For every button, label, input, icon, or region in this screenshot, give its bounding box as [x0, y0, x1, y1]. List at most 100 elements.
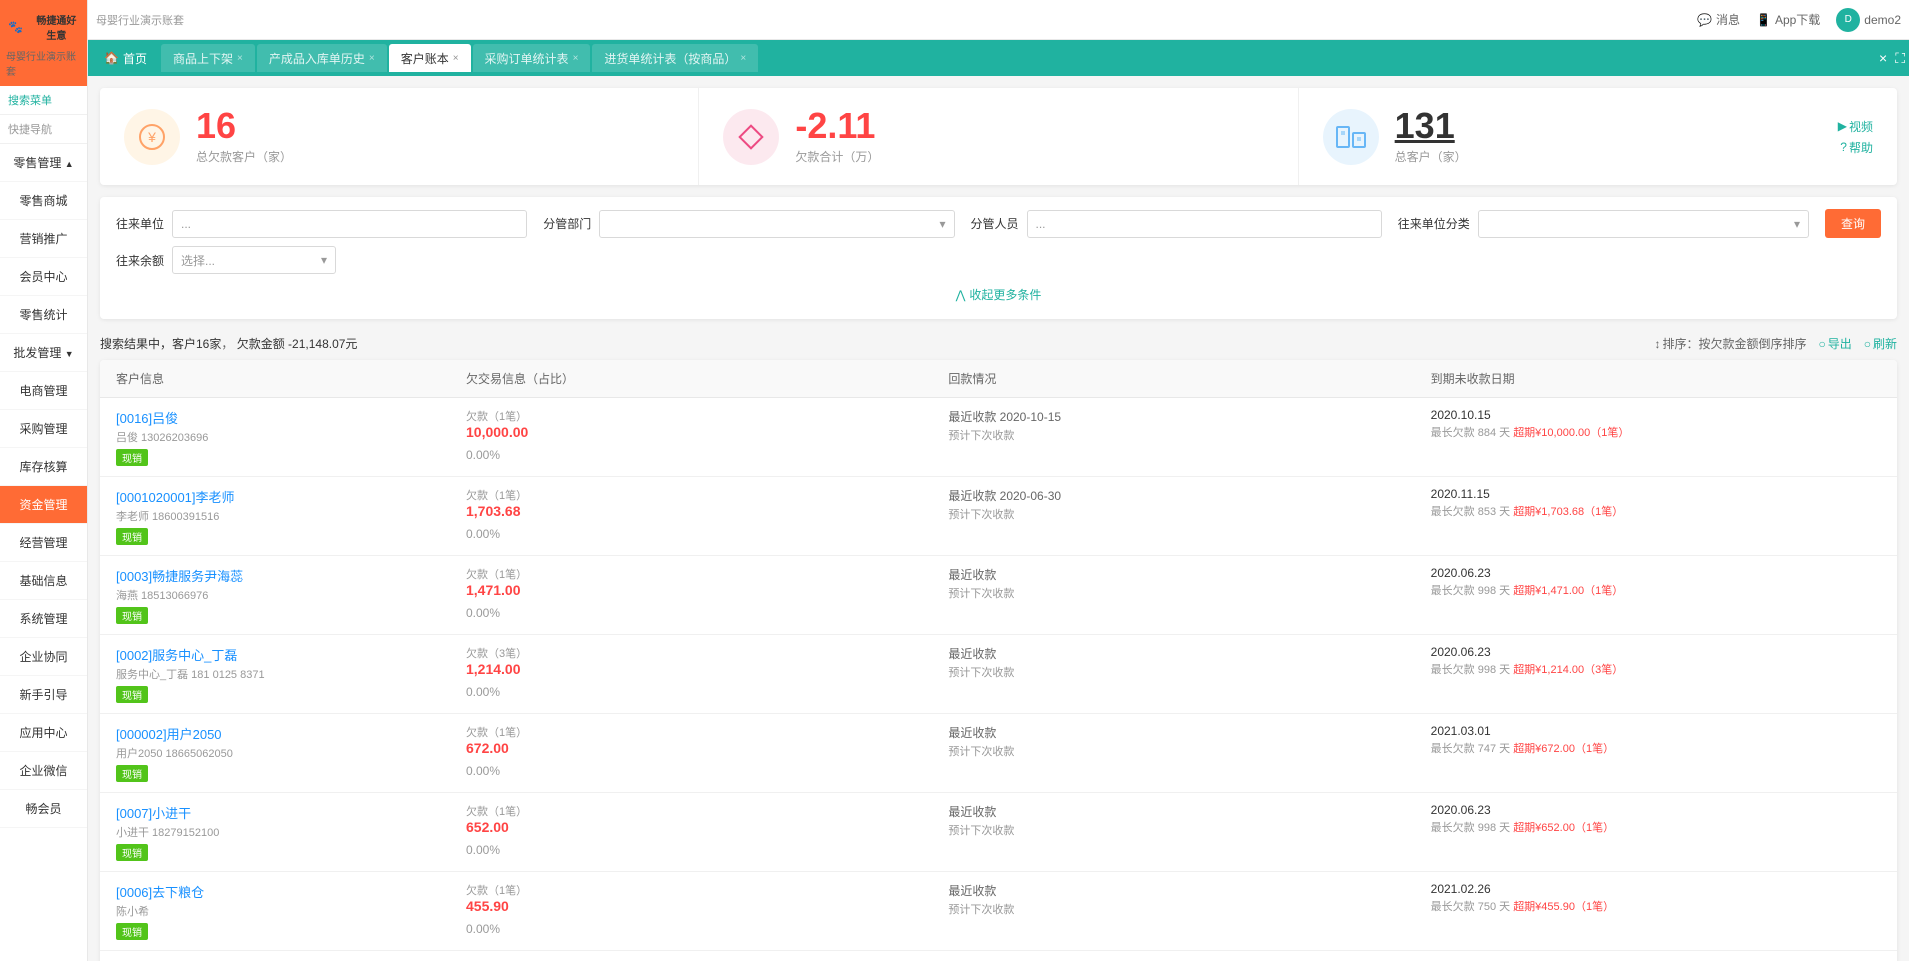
- collapse-button[interactable]: ⋀ 收起更多条件: [116, 282, 1881, 307]
- customer-sub-1: 吕俊 13026203696: [116, 429, 434, 445]
- debt-customers-number: 16: [196, 108, 292, 144]
- td-due-1: 2020.10.15 最长欠款 884 天 超期¥10,000.00（1笔）: [1415, 398, 1897, 476]
- filter-input-unit-class[interactable]: ▾: [1478, 210, 1809, 238]
- table-row: [0003]畅捷服务尹海蕊 海燕 18513066976 现销 欠款（1笔） 1…: [100, 556, 1897, 635]
- customer-name-7[interactable]: [0006]去下粮仓: [116, 882, 434, 901]
- filter-input-person[interactable]: ...: [1027, 210, 1382, 238]
- overdue-link-7[interactable]: 超期¥455.90（1笔）: [1513, 901, 1614, 913]
- sidebar-item-finance[interactable]: 资金管理: [0, 486, 87, 524]
- sidebar-item-marketing[interactable]: 营销推广: [0, 220, 87, 258]
- sidebar-item-retail-mgmt[interactable]: 零售管理 ▲: [0, 144, 87, 182]
- tab-home[interactable]: 🏠 首页: [92, 44, 159, 72]
- sidebar-item-retail-stats[interactable]: 零售统计: [0, 296, 87, 334]
- customer-name-5[interactable]: [000002]用户2050: [116, 724, 434, 743]
- app-download-label: App下载: [1775, 11, 1820, 28]
- tab-close-product-history[interactable]: ×: [369, 53, 375, 64]
- tab-product-history[interactable]: 产成品入库单历史 ×: [257, 44, 387, 72]
- sidebar-item-new-guide[interactable]: 新手引导: [0, 676, 87, 714]
- main-area: 母婴行业演示账套 💬 消息 📱 App下载 D demo2 🏠: [88, 0, 1909, 961]
- tab-purchase-order[interactable]: 采购订单统计表 ×: [473, 44, 591, 72]
- customer-name-3[interactable]: [0003]畅捷服务尹海蕊: [116, 566, 434, 585]
- filter-item-unit-class: 往来单位分类 ▾: [1398, 210, 1809, 238]
- customer-sub-3: 海燕 18513066976: [116, 587, 434, 603]
- debt-amount-6[interactable]: 652.00: [466, 819, 916, 835]
- app-download-btn[interactable]: 📱 App下载: [1756, 11, 1820, 28]
- tab-close-customer-account[interactable]: ×: [453, 53, 459, 64]
- export-label: 导出: [1828, 335, 1852, 352]
- filter-label-unit-class: 往来单位分类: [1398, 215, 1470, 232]
- help-label: 帮助: [1849, 139, 1873, 156]
- sidebar-item-enterprise[interactable]: 企业协同: [0, 638, 87, 676]
- customer-sub-2: 李老师 18600391516: [116, 508, 434, 524]
- td-debt-4: 欠款（3笔） 1,214.00 0.00%: [450, 635, 932, 713]
- sidebar-item-vip[interactable]: 畅会员: [0, 790, 87, 828]
- sidebar-item-retail-mall[interactable]: 零售商城: [0, 182, 87, 220]
- tab-close-purchase-stat[interactable]: ×: [740, 53, 746, 64]
- customer-name-4[interactable]: [0002]服务中心_丁磊: [116, 645, 434, 664]
- debt-amount-2[interactable]: 1,703.68: [466, 503, 916, 519]
- debt-amount-3[interactable]: 1,471.00: [466, 582, 916, 598]
- sidebar-item-batch-mgmt[interactable]: 批发管理 ▼: [0, 334, 87, 372]
- tab-close-purchase-order[interactable]: ×: [573, 53, 579, 64]
- filter-input-unit[interactable]: ...: [172, 210, 527, 238]
- refresh-button[interactable]: ○ 刷新: [1864, 335, 1897, 352]
- video-btn[interactable]: ▶ 视频: [1838, 118, 1873, 135]
- tab-close-product-off[interactable]: ×: [237, 53, 243, 64]
- debt-amount-4[interactable]: 1,214.00: [466, 661, 916, 677]
- filter-input-dept[interactable]: ▾: [599, 210, 954, 238]
- debt-meta-1: 欠款（1笔）: [466, 408, 916, 424]
- table-row: [000001]黄思源 黄思源 13552700226 现销 欠款（1笔） 42…: [100, 951, 1897, 961]
- sidebar-item-purchase-mgmt[interactable]: 采购管理: [0, 410, 87, 448]
- overdue-link-4[interactable]: 超期¥1,214.00（3笔）: [1513, 664, 1623, 676]
- th-customer-info: 客户信息: [100, 360, 450, 397]
- query-button[interactable]: 查询: [1825, 209, 1881, 238]
- table-row: [0002]服务中心_丁磊 服务中心_丁磊 181 0125 8371 现销 欠…: [100, 635, 1897, 714]
- tab-customer-account[interactable]: 客户账本 ×: [389, 44, 471, 72]
- customer-name-1[interactable]: [0016]吕俊: [116, 408, 434, 427]
- sidebar-item-members[interactable]: 会员中心: [0, 258, 87, 296]
- help-btn[interactable]: ? 帮助: [1840, 139, 1873, 156]
- tab-product-off[interactable]: 商品上下架 ×: [161, 44, 255, 72]
- result-amount-text: 欠款金额 -21,148.07元: [237, 337, 358, 351]
- sidebar-item-inventory[interactable]: 库存核算: [0, 448, 87, 486]
- sidebar-item-ops-mgmt[interactable]: 经营管理: [0, 524, 87, 562]
- filter-input-balance[interactable]: 选择... ▾: [172, 246, 336, 274]
- filter-item-person: 分管人员 ...: [971, 210, 1382, 238]
- message-btn[interactable]: 💬 消息: [1697, 11, 1740, 28]
- recovery-next-1: 预计下次收款: [948, 427, 1398, 443]
- sidebar-item-ecommerce[interactable]: 电商管理: [0, 372, 87, 410]
- td-due-4: 2020.06.23 最长欠款 998 天 超期¥1,214.00（3笔）: [1415, 635, 1897, 713]
- td-customer-4: [0002]服务中心_丁磊 服务中心_丁磊 181 0125 8371 现销: [100, 635, 450, 713]
- stat-card-debt-total: -2.11 欠款合计（万）: [699, 88, 1298, 185]
- debt-amount-1[interactable]: 10,000.00: [466, 424, 916, 440]
- overdue-link-2[interactable]: 超期¥1,703.68（1笔）: [1513, 506, 1623, 518]
- customer-sub-4: 服务中心_丁磊 181 0125 8371: [116, 666, 434, 682]
- tab-expand[interactable]: ⛶: [1895, 50, 1905, 67]
- customer-name-6[interactable]: [0007]小进干: [116, 803, 434, 822]
- sidebar-search-area[interactable]: 搜索菜单: [0, 86, 87, 115]
- debt-amount-7[interactable]: 455.90: [466, 898, 916, 914]
- sidebar-item-wechat[interactable]: 企业微信: [0, 752, 87, 790]
- sidebar-item-basic-info[interactable]: 基础信息: [0, 562, 87, 600]
- td-debt-2: 欠款（1笔） 1,703.68 0.00%: [450, 477, 932, 555]
- td-recovery-6: 最近收款 预计下次收款: [932, 793, 1414, 871]
- td-customer-8: [000001]黄思源 黄思源 13552700226 现销: [100, 951, 450, 961]
- user-avatar[interactable]: D demo2: [1836, 8, 1901, 32]
- debt-total-label: 欠款合计（万）: [795, 148, 879, 165]
- debt-amount-5[interactable]: 672.00: [466, 740, 916, 756]
- tab-close-all[interactable]: ×: [1879, 50, 1887, 67]
- customer-sub-7: 陈小希: [116, 903, 434, 919]
- tab-purchase-stat[interactable]: 进货单统计表（按商品） ×: [592, 44, 758, 72]
- sidebar: 🐾 畅捷通好生意 母婴行业演示账套 搜索菜单 快捷导航 零售管理 ▲ 零售商城 …: [0, 0, 88, 961]
- overdue-link-3[interactable]: 超期¥1,471.00（1笔）: [1513, 585, 1623, 597]
- sidebar-item-app-center[interactable]: 应用中心: [0, 714, 87, 752]
- overdue-link-6[interactable]: 超期¥652.00（1笔）: [1513, 822, 1614, 834]
- sort-button[interactable]: ↕ 排序：按欠款金额倒序排序: [1654, 335, 1806, 352]
- tabs-bar: 🏠 首页 商品上下架 × 产成品入库单历史 × 客户账本 × 采购订单统计表 ×…: [88, 40, 1909, 76]
- total-customers-number: 131: [1395, 108, 1467, 144]
- overdue-link-5[interactable]: 超期¥672.00（1笔）: [1513, 743, 1614, 755]
- export-button[interactable]: ○ 导出: [1818, 335, 1851, 352]
- customer-name-2[interactable]: [0001020001]李老师: [116, 487, 434, 506]
- sidebar-item-sys-mgmt[interactable]: 系统管理: [0, 600, 87, 638]
- overdue-link-1[interactable]: 超期¥10,000.00（1笔）: [1513, 427, 1629, 439]
